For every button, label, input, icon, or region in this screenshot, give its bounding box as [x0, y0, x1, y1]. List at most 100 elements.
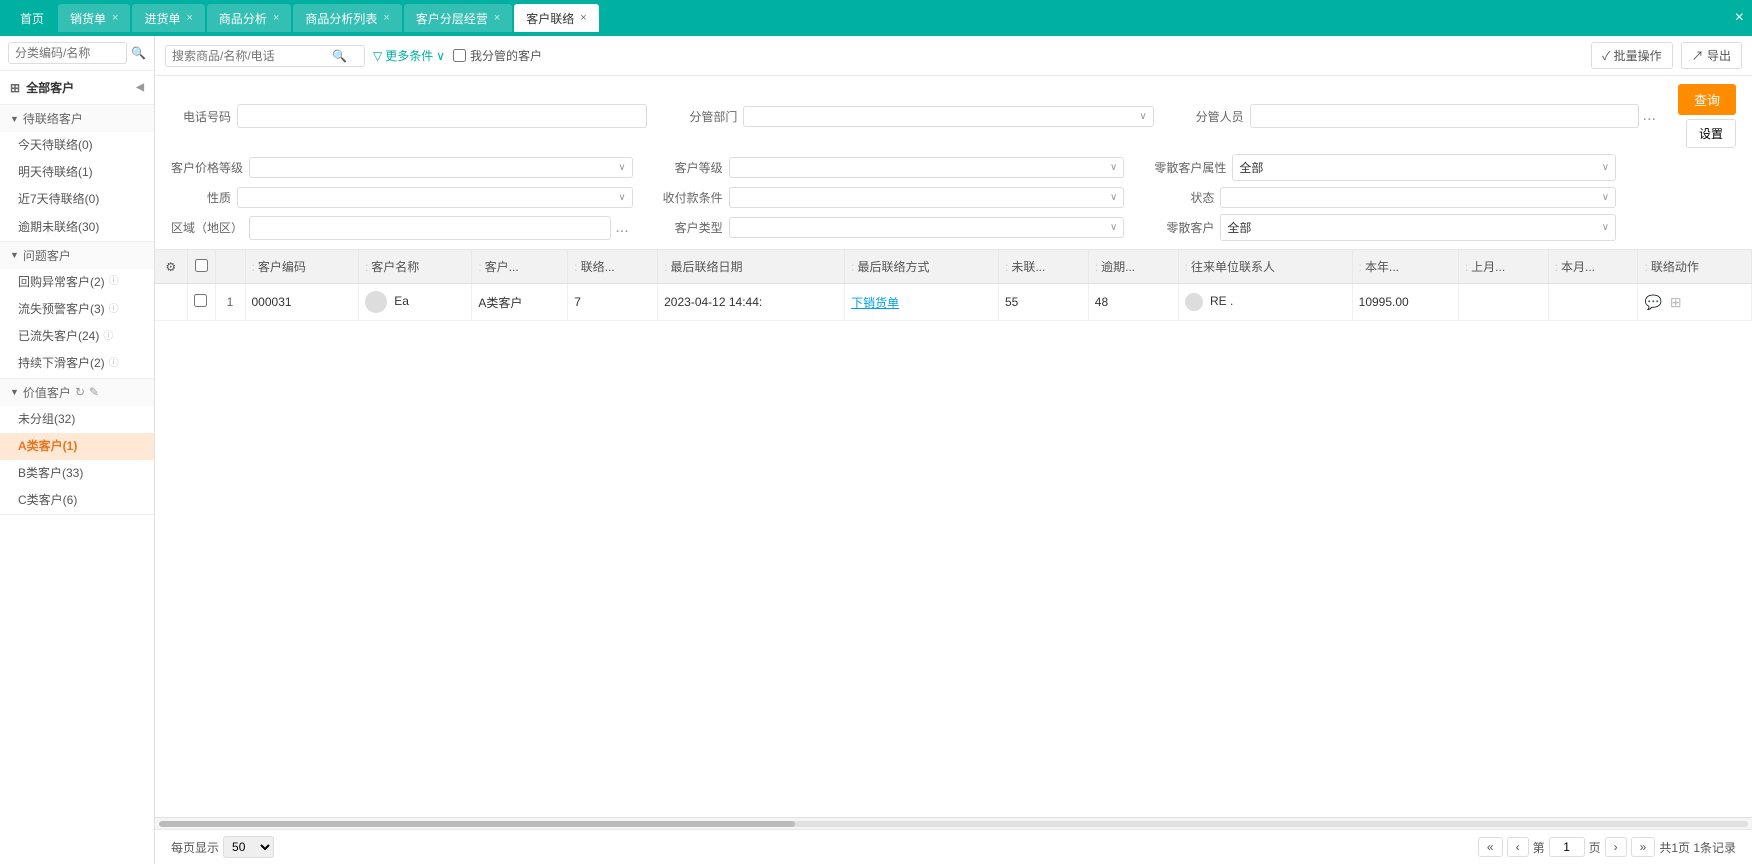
edit-icon[interactable]: ✎	[89, 385, 99, 399]
window-close-button[interactable]: ×	[1735, 9, 1744, 27]
region-input[interactable]	[249, 216, 611, 240]
dept-select[interactable]: ∨	[743, 106, 1153, 127]
filter-region: 区域（地区） ...	[171, 216, 633, 240]
sidebar-section-value-header[interactable]: ▼ 价值客户 ↻ ✎	[0, 379, 154, 406]
advanced-filter: 电话号码 分管部门 ∨ 分管人员 ...	[155, 76, 1752, 250]
sidebar-item-repurchase-abnormal[interactable]: 回购异常客户(2) ⓘ	[0, 269, 154, 296]
sidebar-search-icon[interactable]: 🔍	[131, 46, 146, 60]
last-method-link[interactable]: 下销货单	[851, 296, 899, 310]
export-button[interactable]: ↗ 导出	[1681, 42, 1742, 69]
sidebar-item-ungroup[interactable]: 未分组(32)	[0, 406, 154, 433]
filter-bar: 🔍 ▽ 更多条件 ∨ 我分管的客户 ✓ 批量操作 ↗ 导出	[155, 36, 1752, 76]
customer-level-select[interactable]: ∨	[729, 157, 1125, 178]
first-page-button[interactable]: «	[1478, 837, 1503, 857]
my-customers-checkbox-wrap[interactable]: 我分管的客户	[453, 47, 542, 64]
batch-icon: ✓	[1602, 49, 1610, 63]
my-customers-checkbox[interactable]	[453, 49, 466, 62]
info-icon: ⓘ	[109, 274, 119, 290]
nature-select[interactable]: ∨	[237, 187, 633, 208]
prev-page-button[interactable]: ‹	[1507, 837, 1529, 857]
sidebar-item-c-class[interactable]: C类客户(6)	[0, 487, 154, 514]
main-layout: 🔍 ⊞ 全部客户 ◀ ▼ 待联络客户 今天待联络(0) 明天待联络(1) 近7天…	[0, 36, 1752, 864]
retail-attr-select[interactable]: 全部 ∨	[1232, 154, 1616, 181]
sidebar-item-churn-warning[interactable]: 流失预警客户(3) ⓘ	[0, 296, 154, 323]
scrollbar-thumb[interactable]	[159, 821, 795, 827]
close-purchase-tab[interactable]: ×	[186, 12, 192, 24]
filter-dept: 分管部门 ∨	[677, 106, 1153, 127]
contact-avatar	[1185, 293, 1203, 311]
region-ellipsis-button[interactable]: ...	[611, 217, 632, 239]
message-icon[interactable]: 💬	[1644, 294, 1661, 311]
manager-input[interactable]	[1250, 104, 1639, 128]
customer-level-chevron: ∨	[1110, 162, 1117, 173]
row-not-contacted-cell: 55	[998, 284, 1088, 321]
sidebar-item-7days[interactable]: 近7天待联络(0)	[0, 186, 154, 213]
content-area: 🔍 ▽ 更多条件 ∨ 我分管的客户 ✓ 批量操作 ↗ 导出	[155, 36, 1752, 864]
row-code-cell[interactable]: 000031	[245, 284, 358, 321]
close-sales-tab[interactable]: ×	[112, 12, 118, 24]
sidebar-search-input[interactable]	[8, 42, 127, 64]
qrcode-icon[interactable]: ⊞	[1670, 294, 1682, 311]
last-page-button[interactable]: »	[1631, 837, 1656, 857]
avatar	[365, 291, 387, 313]
sidebar-item-churned[interactable]: 已流失客户(24) ⓘ	[0, 323, 154, 350]
row-checkbox[interactable]	[194, 294, 207, 307]
next-page-button[interactable]: ›	[1605, 837, 1627, 857]
close-analysis-tab[interactable]: ×	[273, 12, 279, 24]
info-icon3: ⓘ	[103, 329, 113, 345]
tab-analysis[interactable]: 商品分析 ×	[207, 4, 291, 32]
arrow-down-icon2: ▼	[10, 250, 19, 260]
status-select[interactable]: ∨	[1220, 187, 1616, 208]
filter-search-input[interactable]	[172, 49, 332, 63]
tab-customer-contact[interactable]: 客户联络 ×	[514, 4, 598, 32]
tab-customer-tier[interactable]: 客户分层经营 ×	[404, 4, 512, 32]
tab-home[interactable]: 首页	[8, 4, 56, 32]
close-customer-tier-tab[interactable]: ×	[494, 12, 500, 24]
customer-type-label: 客户类型	[663, 219, 723, 236]
close-customer-contact-tab[interactable]: ×	[580, 12, 586, 24]
pagesize-select[interactable]: 50 100 200	[223, 836, 274, 858]
col-settings[interactable]: ⚙	[155, 250, 187, 284]
sidebar-item-tomorrow[interactable]: 明天待联络(1)	[0, 159, 154, 186]
col-not-contacted: :未联...	[998, 250, 1088, 284]
sidebar-item-overdue[interactable]: 逾期未联络(30)	[0, 214, 154, 241]
tab-sales[interactable]: 销货单 ×	[58, 4, 130, 32]
sidebar-item-b-class[interactable]: B类客户(33)	[0, 460, 154, 487]
filter-search-icon[interactable]: 🔍	[332, 49, 347, 63]
customer-type-select[interactable]: ∨	[729, 217, 1125, 238]
tab-purchase[interactable]: 进货单 ×	[132, 4, 204, 32]
retail-attr-label: 零散客户属性	[1154, 159, 1226, 176]
sidebar-collapse-icon[interactable]: ◀	[136, 82, 144, 93]
sidebar-item-a-class[interactable]: A类客户(1)	[0, 433, 154, 460]
sidebar: 🔍 ⊞ 全部客户 ◀ ▼ 待联络客户 今天待联络(0) 明天待联络(1) 近7天…	[0, 36, 155, 864]
col-check	[187, 250, 215, 284]
horizontal-scrollbar[interactable]	[155, 817, 1752, 829]
tab-analysis-list[interactable]: 商品分析列表 ×	[293, 4, 401, 32]
query-button[interactable]: 查询	[1678, 84, 1736, 115]
sidebar-item-declining[interactable]: 持续下滑客户(2) ⓘ	[0, 350, 154, 377]
page-number-input[interactable]	[1549, 837, 1585, 857]
settings-button[interactable]: 设置	[1686, 119, 1736, 148]
table-wrap: ⚙ :客户编码 :客户名称 :客户... :联络... :最后联络日期 :最后联…	[155, 250, 1752, 817]
retail-customer-chevron: ∨	[1602, 222, 1609, 233]
select-all-checkbox[interactable]	[195, 259, 208, 272]
sidebar-section-pending-header[interactable]: ▼ 待联络客户	[0, 105, 154, 132]
filter-more-button[interactable]: ▽ 更多条件 ∨	[373, 47, 445, 64]
filter-nature: 性质 ∨	[171, 187, 633, 208]
price-level-select[interactable]: ∨	[249, 157, 633, 178]
sidebar-item-today[interactable]: 今天待联络(0)	[0, 132, 154, 159]
phone-input[interactable]	[237, 104, 647, 128]
batch-operation-button[interactable]: ✓ 批量操作	[1591, 42, 1673, 69]
price-level-label: 客户价格等级	[171, 159, 243, 176]
retail-customer-select[interactable]: 全部 ∨	[1220, 214, 1616, 241]
payment-select[interactable]: ∨	[729, 187, 1125, 208]
sidebar-section-problem-header[interactable]: ▼ 问题客户	[0, 242, 154, 269]
col-action: :联络动作	[1638, 250, 1752, 284]
close-analysis-list-tab[interactable]: ×	[383, 12, 389, 24]
manager-ellipsis-button[interactable]: ...	[1639, 105, 1660, 127]
sidebar-all-customers[interactable]: ⊞ 全部客户 ◀	[0, 71, 154, 105]
row-last-date-cell: 2023-04-12 14:44:	[658, 284, 845, 321]
retail-customer-label: 零散客户	[1154, 219, 1214, 236]
refresh-icon[interactable]: ↻	[75, 385, 85, 399]
manager-label: 分管人员	[1184, 108, 1244, 125]
